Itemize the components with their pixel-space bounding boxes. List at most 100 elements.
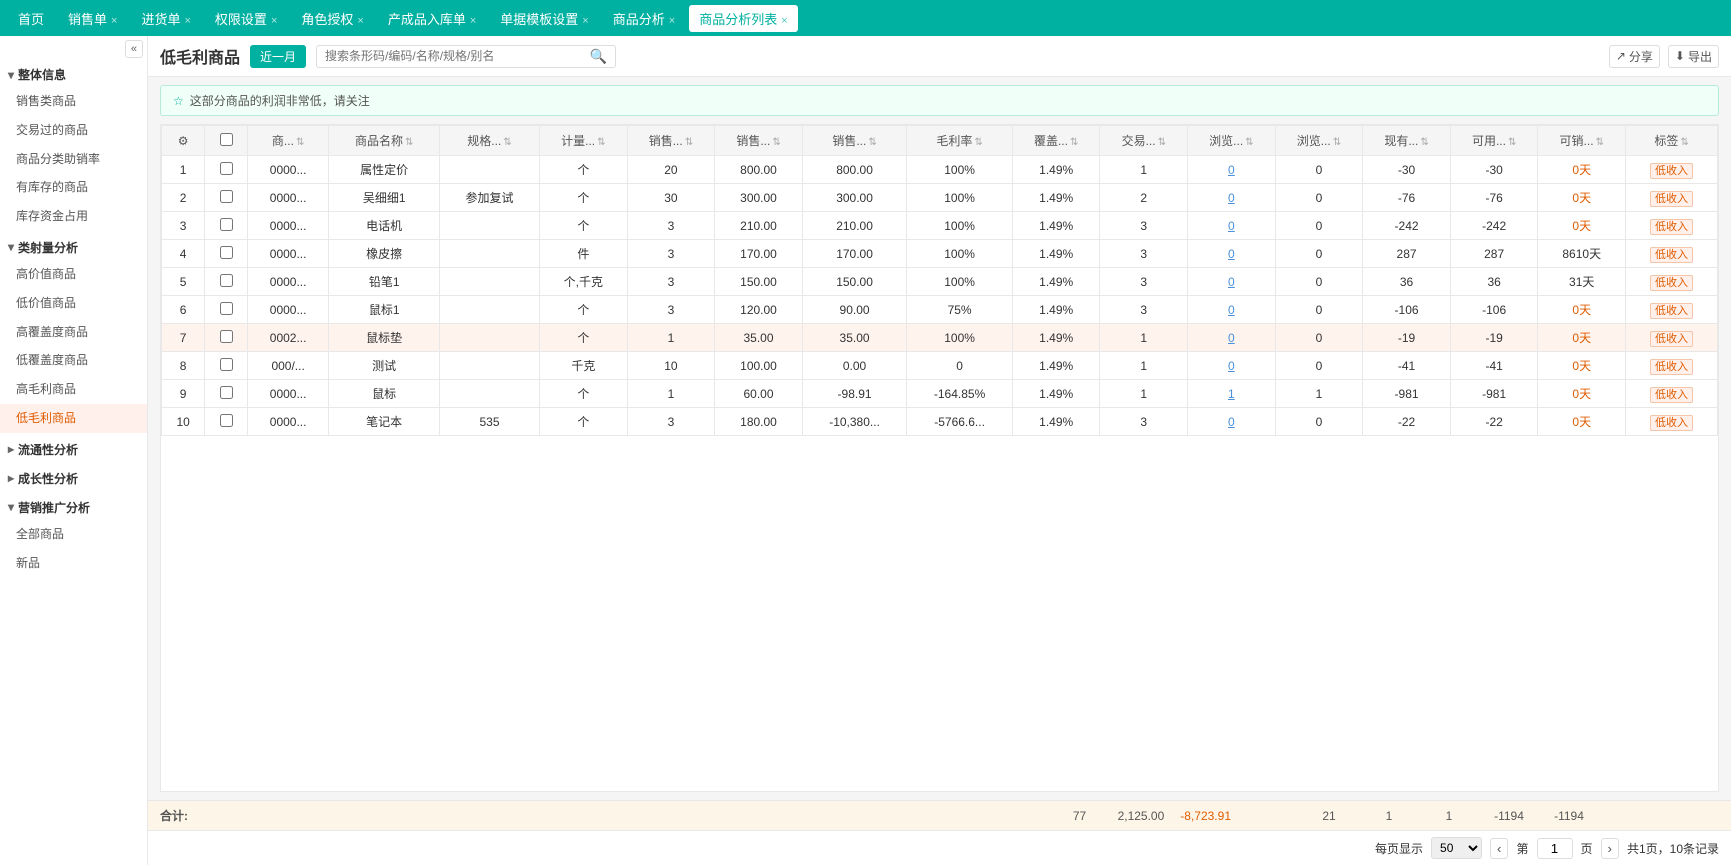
chevron-down-icon: ▾	[8, 68, 14, 82]
row-browse1[interactable]: 0	[1188, 352, 1276, 380]
sidebar-section-growth[interactable]: ▸ 成长性分析	[0, 462, 147, 491]
row-checkbox[interactable]	[205, 408, 248, 436]
row-browse1[interactable]: 0	[1188, 296, 1276, 324]
row-checkbox[interactable]	[205, 184, 248, 212]
row-sale-qty: 1	[627, 324, 715, 352]
sidebar-item-traded-goods[interactable]: 交易过的商品	[0, 116, 147, 145]
row-checkbox[interactable]	[205, 156, 248, 184]
prev-page-button[interactable]: ‹	[1490, 838, 1508, 859]
sidebar-item-all-goods[interactable]: 全部商品	[0, 520, 147, 549]
chevron-down-icon: ▾	[8, 240, 14, 254]
sidebar-item-low-value[interactable]: 低价值商品	[0, 289, 147, 318]
col-sale-amount[interactable]: 销售...⇅	[802, 126, 906, 156]
row-browse1[interactable]: 0	[1188, 324, 1276, 352]
row-browse1[interactable]: 0	[1188, 268, 1276, 296]
row-transaction: 3	[1100, 296, 1188, 324]
row-checkbox[interactable]	[205, 240, 248, 268]
col-sale-price[interactable]: 销售...⇅	[715, 126, 803, 156]
export-button[interactable]: ⬇ 导出	[1668, 45, 1719, 68]
close-icon[interactable]: ×	[111, 15, 117, 27]
nav-item-product-analysis[interactable]: 商品分析×	[603, 5, 685, 32]
time-filter-button[interactable]: 近一月	[250, 45, 306, 68]
row-checkbox[interactable]	[205, 268, 248, 296]
col-spec[interactable]: 规格...⇅	[439, 126, 539, 156]
nav-item-template[interactable]: 单据模板设置×	[490, 5, 598, 32]
share-button[interactable]: ↗ 分享	[1609, 45, 1660, 68]
page-number-input[interactable]	[1537, 838, 1573, 859]
row-browse1[interactable]: 0	[1188, 212, 1276, 240]
next-page-button[interactable]: ›	[1601, 838, 1619, 859]
row-available: -242	[1450, 212, 1538, 240]
row-browse1[interactable]: 0	[1188, 240, 1276, 268]
nav-item-stock-in[interactable]: 产成品入库单×	[378, 5, 486, 32]
nav-item-analysis-list[interactable]: 商品分析列表×	[689, 5, 797, 32]
row-browse1[interactable]: 1	[1188, 380, 1276, 408]
sidebar-item-high-value[interactable]: 高价值商品	[0, 260, 147, 289]
col-coverage[interactable]: 覆盖...⇅	[1012, 126, 1100, 156]
row-checkbox[interactable]	[205, 212, 248, 240]
close-icon[interactable]: ×	[582, 15, 588, 27]
row-code: 0000...	[247, 240, 329, 268]
sidebar-section-overall[interactable]: ▾ 整体信息	[0, 58, 147, 87]
col-browse1[interactable]: 浏览...⇅	[1188, 126, 1276, 156]
col-unit[interactable]: 计量...⇅	[540, 126, 628, 156]
col-saleable[interactable]: 可销...⇅	[1538, 126, 1626, 156]
row-browse2: 0	[1275, 184, 1363, 212]
col-current-stock[interactable]: 现有...⇅	[1363, 126, 1451, 156]
sidebar-item-high-coverage[interactable]: 高覆盖度商品	[0, 318, 147, 347]
row-browse1[interactable]: 0	[1188, 184, 1276, 212]
close-icon[interactable]: ×	[271, 15, 277, 27]
col-settings[interactable]: ⚙	[162, 126, 205, 156]
row-index: 8	[162, 352, 205, 380]
col-browse2[interactable]: 浏览...⇅	[1275, 126, 1363, 156]
sidebar-section-analysis[interactable]: ▾ 类射量分析	[0, 231, 147, 260]
notice-text: 这部分商品的利润非常低，请关注	[190, 92, 370, 109]
row-sale-amount: 150.00	[802, 268, 906, 296]
col-sale-qty[interactable]: 销售...⇅	[627, 126, 715, 156]
close-icon[interactable]: ×	[470, 15, 476, 27]
nav-item-home[interactable]: 首页	[8, 5, 54, 32]
row-browse1[interactable]: 0	[1188, 408, 1276, 436]
row-gross-margin: -164.85%	[907, 380, 1013, 408]
row-checkbox[interactable]	[205, 296, 248, 324]
row-spec	[439, 268, 539, 296]
sidebar-item-category-rate[interactable]: 商品分类助销率	[0, 145, 147, 174]
close-icon[interactable]: ×	[357, 15, 363, 27]
nav-item-roles[interactable]: 角色授权×	[291, 5, 373, 32]
row-checkbox[interactable]	[205, 324, 248, 352]
sidebar-item-sales-goods[interactable]: 销售类商品	[0, 87, 147, 116]
row-unit: 件	[540, 240, 628, 268]
sidebar-section-marketing[interactable]: ▾ 营销推广分析	[0, 491, 147, 520]
sidebar-item-stock-capital[interactable]: 库存资金占用	[0, 202, 147, 231]
nav-item-purchase[interactable]: 进货单×	[131, 5, 200, 32]
col-code[interactable]: 商...⇅	[247, 126, 329, 156]
sidebar-section-circulation[interactable]: ▸ 流通性分析	[0, 433, 147, 462]
col-name[interactable]: 商品名称⇅	[329, 126, 440, 156]
close-icon[interactable]: ×	[781, 15, 787, 27]
col-gross-margin[interactable]: 毛利率⇅	[907, 126, 1013, 156]
per-page-select[interactable]: 50 20 100	[1431, 837, 1482, 859]
col-available[interactable]: 可用...⇅	[1450, 126, 1538, 156]
search-icon[interactable]: 🔍	[590, 48, 607, 65]
nav-item-permissions[interactable]: 权限设置×	[205, 5, 287, 32]
search-input[interactable]	[325, 49, 590, 63]
col-checkbox[interactable]	[205, 126, 248, 156]
row-sale-qty: 3	[627, 240, 715, 268]
col-tag[interactable]: 标签⇅	[1626, 126, 1718, 156]
col-transaction[interactable]: 交易...⇅	[1100, 126, 1188, 156]
sidebar-collapse-button[interactable]: «	[125, 40, 143, 58]
select-all-checkbox[interactable]	[220, 133, 233, 146]
sidebar-item-new-goods[interactable]: 新品	[0, 549, 147, 578]
sidebar-item-stock-goods[interactable]: 有库存的商品	[0, 173, 147, 202]
row-current-stock: -19	[1363, 324, 1451, 352]
sidebar-item-low-margin[interactable]: 低毛利商品	[0, 404, 147, 433]
row-browse1[interactable]: 0	[1188, 156, 1276, 184]
close-icon[interactable]: ×	[669, 15, 675, 27]
close-icon[interactable]: ×	[184, 15, 190, 27]
row-checkbox[interactable]	[205, 380, 248, 408]
sidebar-item-high-margin[interactable]: 高毛利商品	[0, 375, 147, 404]
sidebar-item-low-coverage[interactable]: 低覆盖度商品	[0, 346, 147, 375]
nav-item-sales[interactable]: 销售单×	[58, 5, 127, 32]
row-browse2: 0	[1275, 156, 1363, 184]
row-checkbox[interactable]	[205, 352, 248, 380]
